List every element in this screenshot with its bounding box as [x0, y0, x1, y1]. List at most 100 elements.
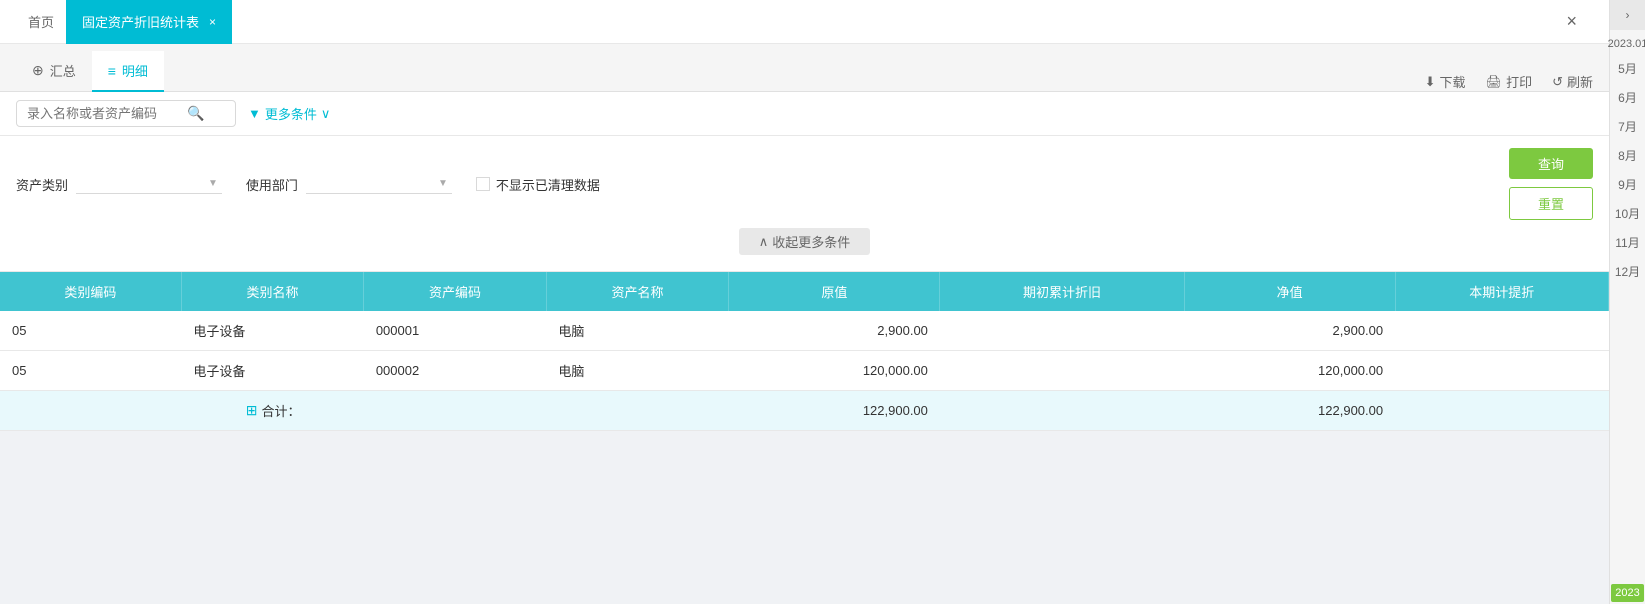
- row2-original-value: 120,000.00: [729, 351, 940, 391]
- sidebar-chevron-button[interactable]: ›: [1610, 0, 1645, 30]
- more-conditions-button[interactable]: ▼ 更多条件 ∨: [248, 104, 330, 123]
- total-empty-1: [546, 391, 729, 431]
- total-text: 合计：: [262, 401, 301, 420]
- refresh-button[interactable]: ↺ 刷新: [1552, 72, 1593, 91]
- department-value: [310, 176, 430, 191]
- hide-cleared-label: 不显示已清理数据: [496, 175, 600, 194]
- print-button[interactable]: 🖨 打印: [1486, 72, 1533, 91]
- hide-cleared-checkbox-item: 不显示已清理数据: [476, 175, 600, 194]
- window-close-button[interactable]: ×: [1550, 11, 1593, 32]
- row1-asset-name: 电脑: [546, 311, 729, 351]
- row2-net-value: 120,000.00: [1184, 351, 1395, 391]
- total-original-value: 122,900.00: [729, 391, 940, 431]
- filter-department: 使用部门 ▼: [246, 174, 452, 194]
- sidebar-month-6[interactable]: 6月: [1610, 83, 1645, 112]
- download-icon: ⬇: [1425, 74, 1436, 90]
- tab-summary-label: 汇总: [50, 61, 76, 80]
- col-net-value: 净值: [1184, 272, 1395, 311]
- detail-tab-icon: ≡: [108, 63, 116, 79]
- table-header-row: 类别编码 类别名称 资产编码 资产名称 原值 期初累计折旧 净值 本期计提折: [0, 272, 1609, 311]
- top-nav: 首页 固定资产折旧统计表 × ×: [0, 0, 1609, 44]
- col-category-code: 类别编码: [0, 272, 181, 311]
- content-area: ⊕ 汇总 ≡ 明细 ⬇ 下载 🖨 打印 ↺ 刷新: [0, 44, 1609, 604]
- tab-summary[interactable]: ⊕ 汇总: [16, 51, 92, 92]
- sidebar-year-badge[interactable]: 2023: [1611, 584, 1643, 602]
- nav-tab-label: 固定资产折旧统计表: [82, 12, 199, 31]
- query-button[interactable]: 查询: [1509, 148, 1593, 179]
- sidebar-month-8[interactable]: 8月: [1610, 141, 1645, 170]
- search-input[interactable]: [27, 106, 187, 121]
- download-button[interactable]: ⬇ 下载: [1425, 72, 1466, 91]
- table-container: 类别编码 类别名称 资产编码 资产名称 原值 期初累计折旧 净值 本期计提折 0…: [0, 272, 1609, 604]
- sidebar-month-9[interactable]: 9月: [1610, 170, 1645, 199]
- collapse-row: ∧ 收起更多条件: [16, 220, 1593, 263]
- search-icon[interactable]: 🔍: [187, 105, 204, 122]
- total-label-cell: ⊞ 合计：: [0, 391, 546, 431]
- chevron-down-icon: ∨: [321, 106, 331, 122]
- row2-category-name: 电子设备: [181, 351, 364, 391]
- row1-asset-code: 000001: [364, 311, 547, 351]
- asset-category-arrow-icon: ▼: [208, 178, 218, 189]
- total-current-depreciation: [1395, 391, 1608, 431]
- asset-category-label: 资产类别: [16, 175, 68, 194]
- row2-category-code: 05: [0, 351, 181, 391]
- nav-home[interactable]: 首页: [16, 12, 66, 31]
- chevron-up-icon: ∧: [759, 234, 769, 250]
- table-row: 05 电子设备 000002 电脑 120,000.00 120,000.00: [0, 351, 1609, 391]
- total-label: ⊞ 合计：: [12, 401, 534, 420]
- sidebar-month-10[interactable]: 10月: [1610, 199, 1645, 228]
- search-input-wrap: 🔍: [16, 100, 236, 127]
- collapse-button[interactable]: ∧ 收起更多条件: [739, 228, 871, 255]
- print-icon: 🖨: [1486, 74, 1503, 90]
- col-category-name: 类别名称: [181, 272, 364, 311]
- total-icon: ⊞: [246, 402, 258, 419]
- row1-net-value: 2,900.00: [1184, 311, 1395, 351]
- department-select[interactable]: ▼: [306, 174, 452, 194]
- tab-bar: ⊕ 汇总 ≡ 明细 ⬇ 下载 🖨 打印 ↺ 刷新: [0, 44, 1609, 92]
- department-label: 使用部门: [246, 175, 298, 194]
- col-asset-code: 资产编码: [364, 272, 547, 311]
- row2-current-depreciation: [1395, 351, 1608, 391]
- sidebar-month-7[interactable]: 7月: [1610, 112, 1645, 141]
- sidebar-month-12[interactable]: 12月: [1610, 257, 1645, 286]
- department-arrow-icon: ▼: [438, 178, 448, 189]
- row2-asset-name: 电脑: [546, 351, 729, 391]
- data-table: 类别编码 类别名称 资产编码 资产名称 原值 期初累计折旧 净值 本期计提折 0…: [0, 272, 1609, 431]
- filter-actions: 查询 重置: [1509, 148, 1593, 220]
- filter-area: 资产类别 ▼ 使用部门 ▼ 不显示已清理数据: [0, 136, 1609, 272]
- download-label: 下载: [1440, 72, 1466, 91]
- row1-current-depreciation: [1395, 311, 1608, 351]
- row1-category-code: 05: [0, 311, 181, 351]
- row2-accumulated-depreciation: [940, 351, 1184, 391]
- toolbar: ⬇ 下载 🖨 打印 ↺ 刷新: [1425, 72, 1593, 91]
- refresh-label: 刷新: [1567, 72, 1593, 91]
- tab-detail-label: 明细: [122, 61, 148, 80]
- collapse-label: 收起更多条件: [772, 232, 850, 251]
- summary-tab-icon: ⊕: [32, 62, 44, 79]
- row1-original-value: 2,900.00: [729, 311, 940, 351]
- table-row: 05 电子设备 000001 电脑 2,900.00 2,900.00: [0, 311, 1609, 351]
- total-net-value: 122,900.00: [1184, 391, 1395, 431]
- col-current-depreciation: 本期计提折: [1395, 272, 1608, 311]
- print-label: 打印: [1506, 72, 1532, 91]
- sidebar-month-11[interactable]: 11月: [1610, 228, 1645, 257]
- col-original-value: 原值: [729, 272, 940, 311]
- row1-accumulated-depreciation: [940, 311, 1184, 351]
- tab-detail[interactable]: ≡ 明细: [92, 51, 164, 92]
- filter-icon: ▼: [248, 106, 261, 121]
- asset-category-select[interactable]: ▼: [76, 174, 222, 194]
- sidebar-date: 2023.01: [1608, 34, 1645, 54]
- filter-asset-category: 资产类别 ▼: [16, 174, 222, 194]
- nav-tab-close-icon[interactable]: ×: [209, 15, 216, 29]
- search-bar: 🔍 ▼ 更多条件 ∨: [0, 92, 1609, 136]
- reset-button[interactable]: 重置: [1509, 187, 1593, 220]
- col-accumulated-depreciation: 期初累计折旧: [940, 272, 1184, 311]
- table-total-row: ⊞ 合计： 122,900.00 122,900.00: [0, 391, 1609, 431]
- hide-cleared-checkbox[interactable]: [476, 177, 490, 191]
- col-asset-name: 资产名称: [546, 272, 729, 311]
- more-conditions-label: 更多条件: [265, 104, 317, 123]
- right-sidebar: › 2023.01 5月 6月 7月 8月 9月 10月 11月 12月 202…: [1609, 0, 1645, 604]
- asset-category-value: [80, 176, 200, 191]
- refresh-icon: ↺: [1552, 74, 1563, 90]
- sidebar-month-5[interactable]: 5月: [1610, 54, 1645, 83]
